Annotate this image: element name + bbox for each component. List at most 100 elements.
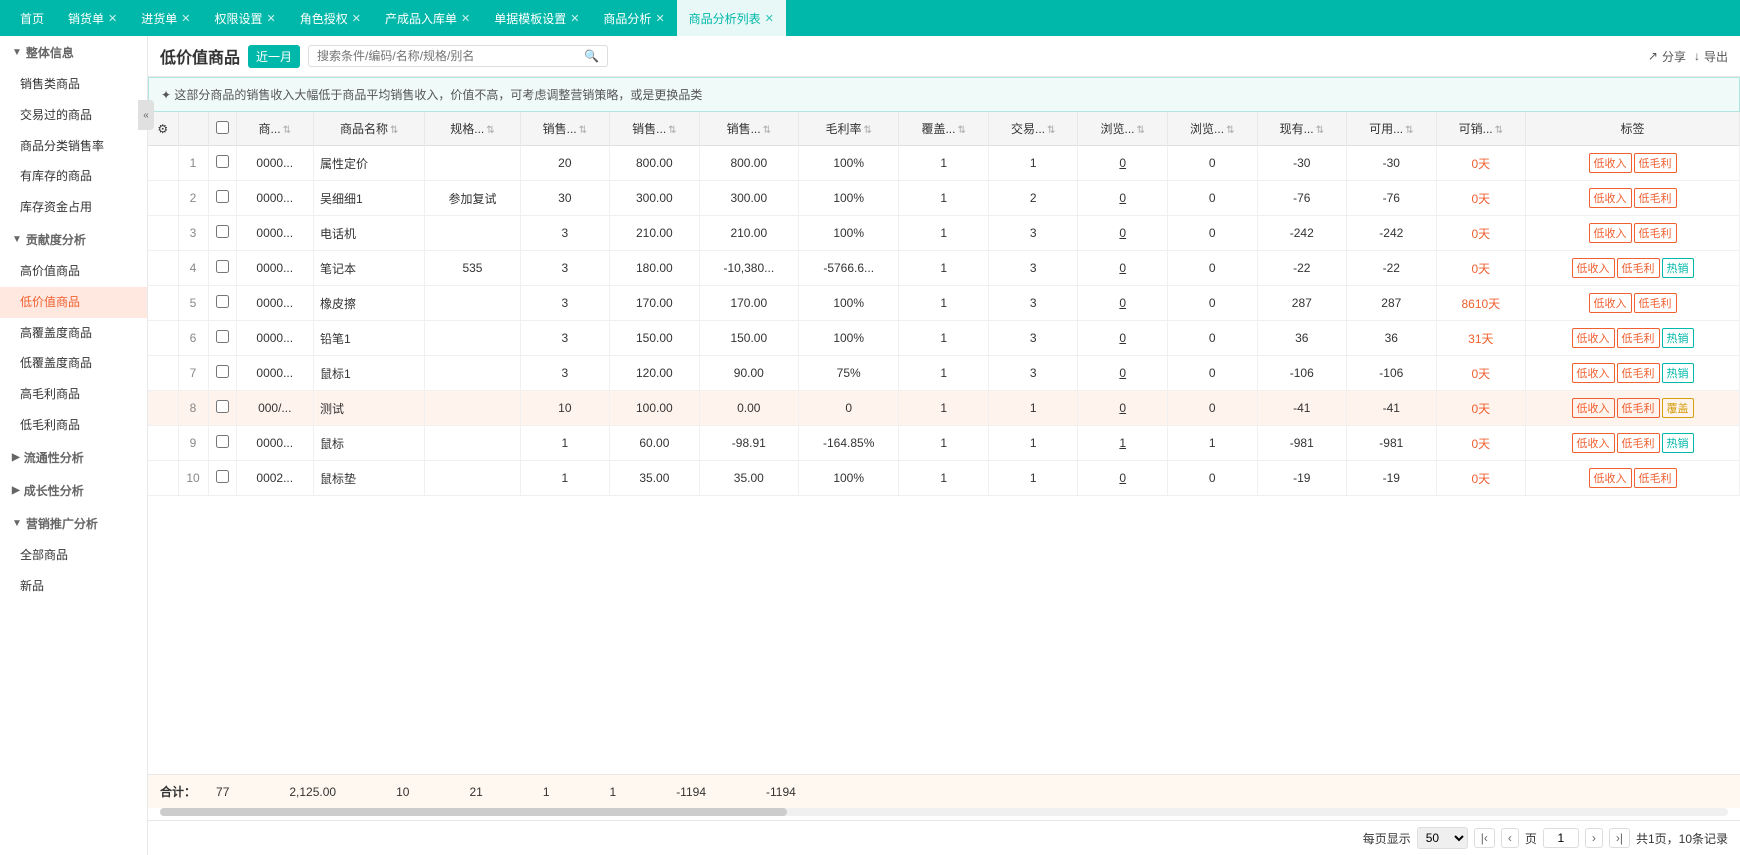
- sidebar-group-overview[interactable]: ▼ 整体信息: [0, 36, 147, 69]
- row-checkbox[interactable]: [216, 470, 229, 483]
- margin-column-header[interactable]: 毛利率⇅: [798, 112, 898, 146]
- spec-column-header[interactable]: 规格...⇅: [425, 112, 520, 146]
- row-checkbox[interactable]: [216, 330, 229, 343]
- checkbox-cell[interactable]: [208, 391, 236, 426]
- search-icon[interactable]: 🔍: [584, 49, 599, 63]
- nav-product-analysis[interactable]: 商品分析 ✕: [591, 0, 676, 36]
- checkbox-cell[interactable]: [208, 216, 236, 251]
- prev-page-button[interactable]: ‹: [1501, 828, 1519, 848]
- sidebar-item-category-sales-rate[interactable]: 商品分类销售率: [0, 131, 147, 162]
- browse-link[interactable]: 0: [1119, 366, 1126, 380]
- browse-link[interactable]: 0: [1119, 156, 1126, 170]
- close-icon[interactable]: ✕: [352, 12, 361, 25]
- checkbox-cell[interactable]: [208, 461, 236, 496]
- coverage-column-header[interactable]: 覆盖...⇅: [899, 112, 989, 146]
- row-checkbox[interactable]: [216, 295, 229, 308]
- checkbox-cell[interactable]: [208, 321, 236, 356]
- sidebar-item-high-margin[interactable]: 高毛利商品: [0, 379, 147, 410]
- transaction-column-header[interactable]: 交易...⇅: [988, 112, 1078, 146]
- nav-purchase-order[interactable]: 进货单 ✕: [129, 0, 202, 36]
- browse-link[interactable]: 0: [1119, 261, 1126, 275]
- nav-template-settings[interactable]: 单据模板设置 ✕: [482, 0, 591, 36]
- nav-permissions[interactable]: 权限设置 ✕: [202, 0, 287, 36]
- search-input[interactable]: [317, 49, 584, 63]
- last-page-button[interactable]: ›|: [1609, 828, 1630, 848]
- browse1-column-header[interactable]: 浏览...⇅: [1078, 112, 1168, 146]
- current-column-header[interactable]: 现有...⇅: [1257, 112, 1347, 146]
- browse-link[interactable]: 0: [1119, 226, 1126, 240]
- row-checkbox[interactable]: [216, 225, 229, 238]
- sidebar-group-growth[interactable]: ▶ 成长性分析: [0, 474, 147, 507]
- row-checkbox[interactable]: [216, 365, 229, 378]
- sidebar-item-traded-products[interactable]: 交易过的商品: [0, 100, 147, 131]
- close-icon[interactable]: ✕: [181, 12, 190, 25]
- share-button[interactable]: ↗ 分享: [1648, 48, 1686, 65]
- browse-link[interactable]: 0: [1119, 191, 1126, 205]
- available-column-header[interactable]: 可用...⇅: [1347, 112, 1437, 146]
- checkbox-cell[interactable]: [208, 146, 236, 181]
- nav-role-auth[interactable]: 角色授权 ✕: [288, 0, 373, 36]
- name-cell: 鼠标垫: [314, 461, 425, 496]
- sidebar-group-contribution[interactable]: ▼ 贡献度分析: [0, 223, 147, 256]
- qty-column-header[interactable]: 销售...⇅: [520, 112, 610, 146]
- select-all-checkbox[interactable]: [216, 121, 229, 134]
- sidebar-item-low-margin[interactable]: 低毛利商品: [0, 410, 147, 441]
- name-column-header[interactable]: 商品名称⇅: [314, 112, 425, 146]
- checkbox-cell[interactable]: [208, 251, 236, 286]
- sidebar-group-marketing[interactable]: ▼ 营销推广分析: [0, 507, 147, 540]
- sidebar-item-inventory-capital[interactable]: 库存资金占用: [0, 192, 147, 223]
- checkbox-column-header[interactable]: [208, 112, 236, 146]
- name-cell: 鼠标1: [314, 356, 425, 391]
- saleable-column-header[interactable]: 可销...⇅: [1436, 112, 1526, 146]
- sidebar-item-all-products[interactable]: 全部商品: [0, 540, 147, 571]
- code-column-header[interactable]: 商...⇅: [236, 112, 314, 146]
- nav-home[interactable]: 首页: [8, 0, 56, 36]
- filter-period-button[interactable]: 近一月: [248, 45, 300, 68]
- sales-price-column-header[interactable]: 销售...⇅: [610, 112, 700, 146]
- sidebar-item-stocked-products[interactable]: 有库存的商品: [0, 161, 147, 192]
- row-checkbox[interactable]: [216, 155, 229, 168]
- settings-column-header[interactable]: ⚙: [148, 112, 178, 146]
- browse-link[interactable]: 0: [1119, 471, 1126, 485]
- export-button[interactable]: ↓ 导出: [1694, 48, 1728, 65]
- next-page-button[interactable]: ›: [1585, 828, 1603, 848]
- checkbox-cell[interactable]: [208, 181, 236, 216]
- row-checkbox[interactable]: [216, 435, 229, 448]
- browse-link[interactable]: 1: [1119, 436, 1126, 450]
- row-checkbox[interactable]: [216, 260, 229, 273]
- close-icon[interactable]: ✕: [655, 12, 664, 25]
- row-number-cell: 7: [178, 356, 208, 391]
- checkbox-cell[interactable]: [208, 356, 236, 391]
- close-icon[interactable]: ✕: [108, 12, 117, 25]
- close-icon[interactable]: ✕: [765, 12, 774, 25]
- close-icon[interactable]: ✕: [461, 12, 470, 25]
- page-number-input[interactable]: [1543, 828, 1579, 848]
- checkbox-cell[interactable]: [208, 426, 236, 461]
- close-icon[interactable]: ✕: [570, 12, 579, 25]
- browse-link[interactable]: 0: [1119, 331, 1126, 345]
- browse-link[interactable]: 0: [1119, 401, 1126, 415]
- page-size-select[interactable]: 50 100 200: [1417, 827, 1468, 849]
- checkbox-cell[interactable]: [208, 286, 236, 321]
- sidebar-item-low-coverage[interactable]: 低覆盖度商品: [0, 348, 147, 379]
- sidebar-group-liquidity[interactable]: ▶ 流通性分析: [0, 441, 147, 474]
- browse2-column-header[interactable]: 浏览...⇅: [1167, 112, 1257, 146]
- scrollbar-thumb[interactable]: [160, 808, 787, 816]
- close-icon[interactable]: ✕: [267, 12, 276, 25]
- sidebar-item-new-products[interactable]: 新品: [0, 571, 147, 602]
- horizontal-scrollbar[interactable]: [160, 808, 1728, 816]
- nav-product-inbound[interactable]: 产成品入库单 ✕: [373, 0, 482, 36]
- available-cell: 36: [1347, 321, 1437, 356]
- sidebar-item-high-coverage[interactable]: 高覆盖度商品: [0, 318, 147, 349]
- nav-sales-order[interactable]: 销货单 ✕: [56, 0, 129, 36]
- row-checkbox[interactable]: [216, 400, 229, 413]
- browse-link[interactable]: 0: [1119, 296, 1126, 310]
- nav-product-analysis-list[interactable]: 商品分析列表 ✕: [677, 0, 786, 36]
- sidebar-item-sales-products[interactable]: 销售类商品: [0, 69, 147, 100]
- sidebar-item-high-value[interactable]: 高价值商品: [0, 256, 147, 287]
- tag-低收入: 低收入: [1589, 293, 1632, 313]
- first-page-button[interactable]: |‹: [1474, 828, 1495, 848]
- row-checkbox[interactable]: [216, 190, 229, 203]
- sales-cost-column-header[interactable]: 销售...⇅: [699, 112, 798, 146]
- sidebar-item-low-value[interactable]: 低价值商品: [0, 287, 147, 318]
